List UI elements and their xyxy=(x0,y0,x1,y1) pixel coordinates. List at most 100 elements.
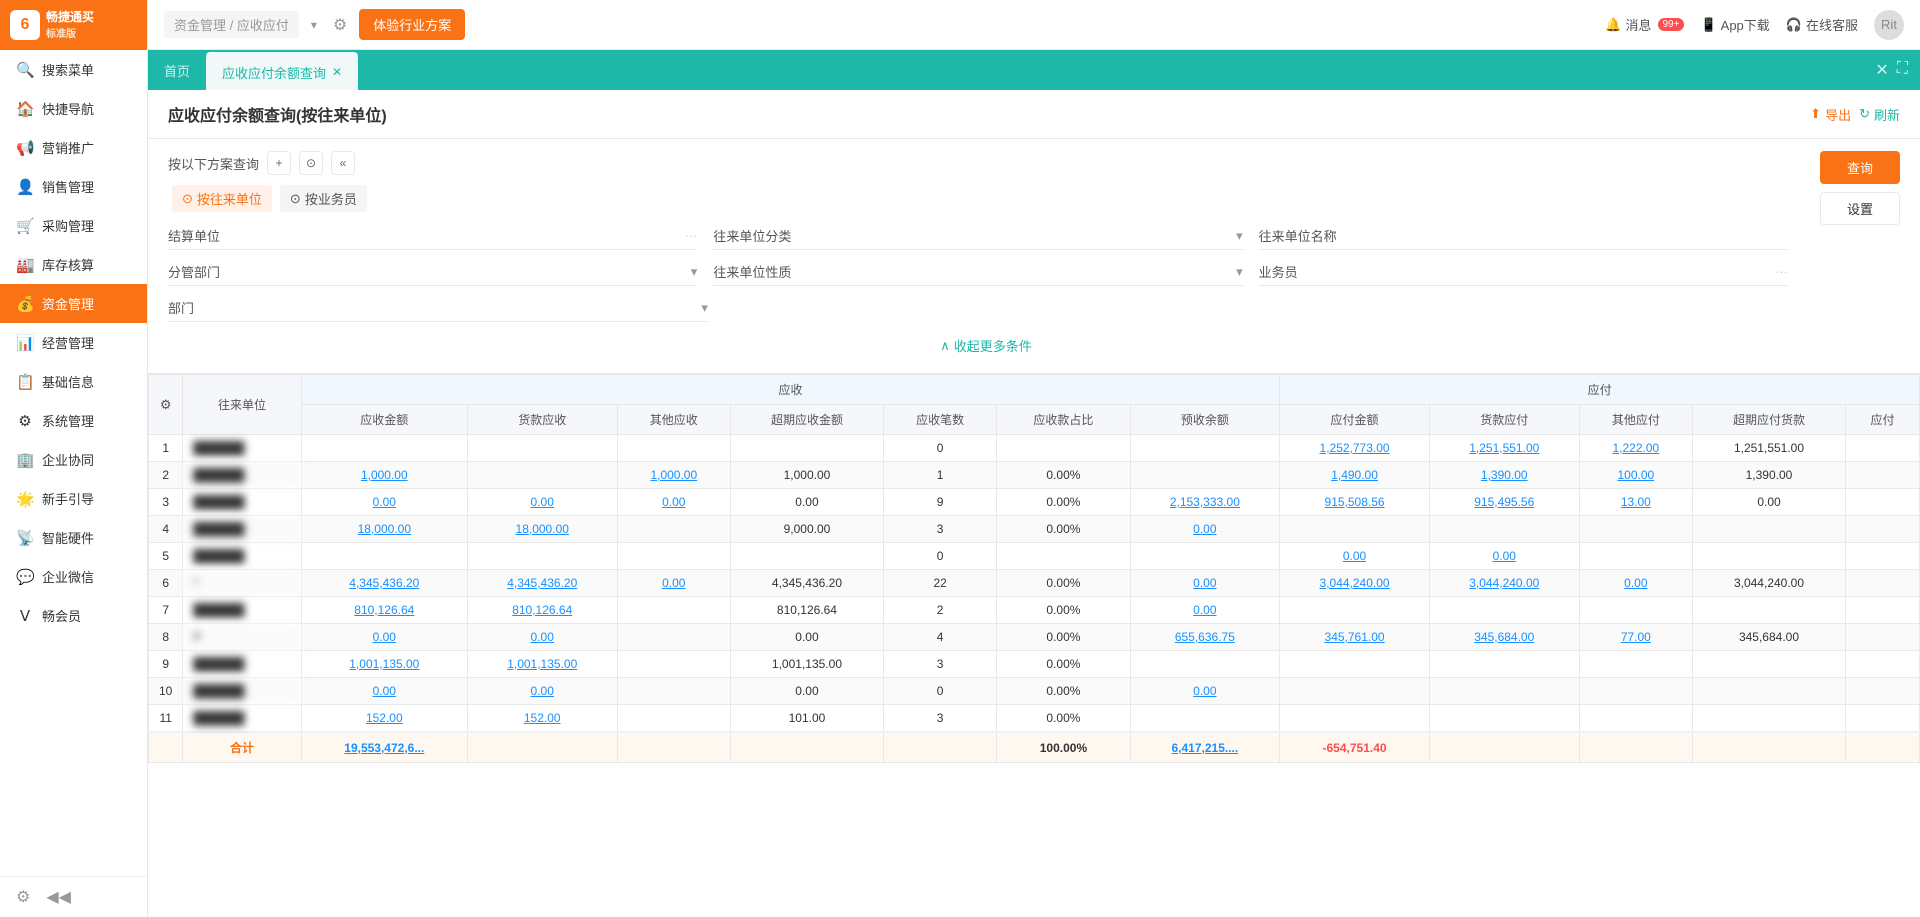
collapse-icon[interactable]: ◀◀ xyxy=(46,887,71,907)
row-ap-amount[interactable]: 915,508.56 xyxy=(1280,489,1430,516)
industry-solution-button[interactable]: 体验行业方案 xyxy=(359,9,465,40)
settlement-unit-input[interactable] xyxy=(248,228,684,243)
row-ap-goods[interactable]: 3,044,240.00 xyxy=(1429,570,1579,597)
row-ar-prepay[interactable]: 0.00 xyxy=(1130,516,1280,543)
row-ap-goods[interactable]: 0.00 xyxy=(1429,543,1579,570)
row-ap-goods[interactable]: 345,684.00 xyxy=(1429,624,1579,651)
partner-category-input[interactable] xyxy=(793,228,1236,243)
row-ar-goods[interactable]: 4,345,436.20 xyxy=(467,570,617,597)
row-ar-goods[interactable]: 1,001,135.00 xyxy=(467,651,617,678)
filter-collapse-toggle[interactable]: ∧ 收起更多条件 xyxy=(168,330,1804,361)
row-ar-goods[interactable]: 810,126.64 xyxy=(467,597,617,624)
sidebar-item-sales[interactable]: 👤销售管理 xyxy=(0,167,147,206)
row-ar-amount[interactable]: 0.00 xyxy=(301,624,467,651)
tab-close-icon[interactable]: ✕ xyxy=(332,65,342,79)
filter-settings-button[interactable]: ⊙ xyxy=(299,151,323,175)
settlement-unit-dots[interactable]: ··· xyxy=(684,228,697,243)
sidebar-item-quick-nav[interactable]: 🏠快捷导航 xyxy=(0,89,147,128)
notifications-badge: 99+ xyxy=(1658,18,1685,31)
row-ap-other[interactable]: 0.00 xyxy=(1579,570,1692,597)
row-ar-other[interactable]: 0.00 xyxy=(617,489,730,516)
department-input[interactable] xyxy=(248,300,701,315)
scheme-salesman-button[interactable]: ⊙ 按业务员 xyxy=(280,185,367,212)
query-button[interactable]: 查询 xyxy=(1820,151,1900,184)
sidebar-item-basic-info[interactable]: 📋基础信息 xyxy=(0,362,147,401)
dept-input[interactable] xyxy=(248,264,691,279)
row-ar-amount[interactable]: 4,345,436.20 xyxy=(301,570,467,597)
sidebar-item-purchase[interactable]: 🛒采购管理 xyxy=(0,206,147,245)
row-ar-prepay[interactable]: 0.00 xyxy=(1130,597,1280,624)
row-ar-amount[interactable]: 1,001,135.00 xyxy=(301,651,467,678)
filter-add-button[interactable]: + xyxy=(267,151,291,175)
row-ap-amount[interactable]: 345,761.00 xyxy=(1280,624,1430,651)
row-ar-amount[interactable]: 1,000.00 xyxy=(301,462,467,489)
notifications-item[interactable]: 🔔 消息 99+ xyxy=(1605,15,1684,34)
row-ar-goods[interactable]: 0.00 xyxy=(467,678,617,705)
row-ap-goods[interactable]: 1,390.00 xyxy=(1429,462,1579,489)
sidebar-item-guide[interactable]: 🌟新手引导 xyxy=(0,479,147,518)
footer-ar-amount[interactable]: 19,553,472,6... xyxy=(301,732,467,763)
row-ar-amount[interactable]: 810,126.64 xyxy=(301,597,467,624)
sidebar-item-search-menu[interactable]: 🔍搜索菜单 xyxy=(0,50,147,89)
row-ap-other[interactable]: 100.00 xyxy=(1579,462,1692,489)
row-ar-goods[interactable]: 0.00 xyxy=(467,624,617,651)
salesman-dots[interactable]: ··· xyxy=(1775,264,1788,279)
setting-button[interactable]: 设置 xyxy=(1820,192,1900,225)
row-ar-prepay[interactable]: 0.00 xyxy=(1130,678,1280,705)
department-arrow[interactable]: ▾ xyxy=(701,300,708,316)
row-ar-amount[interactable]: 0.00 xyxy=(301,678,467,705)
row-ap-goods[interactable]: 915,495.56 xyxy=(1429,489,1579,516)
row-ar-goods[interactable]: 0.00 xyxy=(467,489,617,516)
row-ar-prepay[interactable]: 2,153,333.00 xyxy=(1130,489,1280,516)
dept-arrow[interactable]: ▾ xyxy=(691,264,698,280)
customer-service-item[interactable]: 🎧 在线客服 xyxy=(1786,15,1858,34)
sidebar-item-system[interactable]: ⚙系统管理 xyxy=(0,401,147,440)
settings-gear-icon[interactable]: ⚙ xyxy=(159,397,172,413)
row-ap-amount[interactable]: 1,490.00 xyxy=(1280,462,1430,489)
settings-icon[interactable]: ⚙ xyxy=(16,887,30,907)
sidebar-item-wechat[interactable]: 💬企业微信 xyxy=(0,557,147,596)
row-ar-goods[interactable]: 152.00 xyxy=(467,705,617,733)
row-ar-amount[interactable]: 0.00 xyxy=(301,489,467,516)
sidebar-item-operation[interactable]: 📊经营管理 xyxy=(0,323,147,362)
sidebar-item-inventory[interactable]: 🏭库存核算 xyxy=(0,245,147,284)
sidebar-item-hardware[interactable]: 📡智能硬件 xyxy=(0,518,147,557)
sidebar-item-marketing[interactable]: 📢营销推广 xyxy=(0,128,147,167)
row-ar-other[interactable]: 0.00 xyxy=(617,570,730,597)
scheme-partner-button[interactable]: ⊙ 按往来单位 xyxy=(172,185,272,212)
row-ap-amount[interactable]: 0.00 xyxy=(1280,543,1430,570)
row-ar-amount[interactable]: 152.00 xyxy=(301,705,467,733)
row-ar-prepay[interactable]: 0.00 xyxy=(1130,570,1280,597)
filter-collapse-button[interactable]: « xyxy=(331,151,355,175)
tab-home[interactable]: 首页 xyxy=(148,50,206,90)
row-ar-prepay[interactable]: 655,636.75 xyxy=(1130,624,1280,651)
breadcrumb-chevron[interactable]: ▾ xyxy=(311,18,317,32)
row-ar-other[interactable]: 1,000.00 xyxy=(617,462,730,489)
row-ap-goods[interactable]: 1,251,551.00 xyxy=(1429,435,1579,462)
partner-category-arrow[interactable]: ▾ xyxy=(1236,228,1243,244)
footer-ar-prepay[interactable]: 6,417,215.... xyxy=(1130,732,1280,763)
partner-nature-input[interactable] xyxy=(793,264,1236,279)
export-button[interactable]: ⬆ 导出 xyxy=(1810,105,1851,124)
row-ar-goods[interactable]: 18,000.00 xyxy=(467,516,617,543)
topnav-gear-icon[interactable]: ⚙ xyxy=(333,15,347,35)
row-ap-other[interactable]: 1,222.00 xyxy=(1579,435,1692,462)
partner-nature-arrow[interactable]: ▾ xyxy=(1236,264,1243,280)
tabbar-close-icon[interactable]: ✕ xyxy=(1875,60,1888,80)
tabbar-expand-icon[interactable]: ⛶ xyxy=(1897,60,1908,80)
row-ap-other[interactable]: 77.00 xyxy=(1579,624,1692,651)
refresh-button[interactable]: ↻ 刷新 xyxy=(1859,105,1900,124)
partner-name-input[interactable] xyxy=(1339,228,1788,243)
row-ap-other[interactable]: 13.00 xyxy=(1579,489,1692,516)
salesman-input[interactable] xyxy=(1339,264,1775,279)
sidebar-item-member[interactable]: Ⅴ畅会员 xyxy=(0,596,147,635)
sidebar-item-enterprise[interactable]: 🏢企业协同 xyxy=(0,440,147,479)
tab-ar-ap-query[interactable]: 应收应付余额查询 ✕ xyxy=(206,52,358,92)
user-avatar[interactable]: Rit xyxy=(1874,10,1904,40)
sidebar-item-finance[interactable]: 💰资金管理 xyxy=(0,284,147,323)
filter-row-1: 结算单位 ··· 往来单位分类 ▾ 往来单位名称 xyxy=(168,222,1804,250)
row-ar-amount[interactable]: 18,000.00 xyxy=(301,516,467,543)
row-ap-amount[interactable]: 1,252,773.00 xyxy=(1280,435,1430,462)
app-download-item[interactable]: 📱 App下载 xyxy=(1700,15,1769,34)
row-ap-amount[interactable]: 3,044,240.00 xyxy=(1280,570,1430,597)
